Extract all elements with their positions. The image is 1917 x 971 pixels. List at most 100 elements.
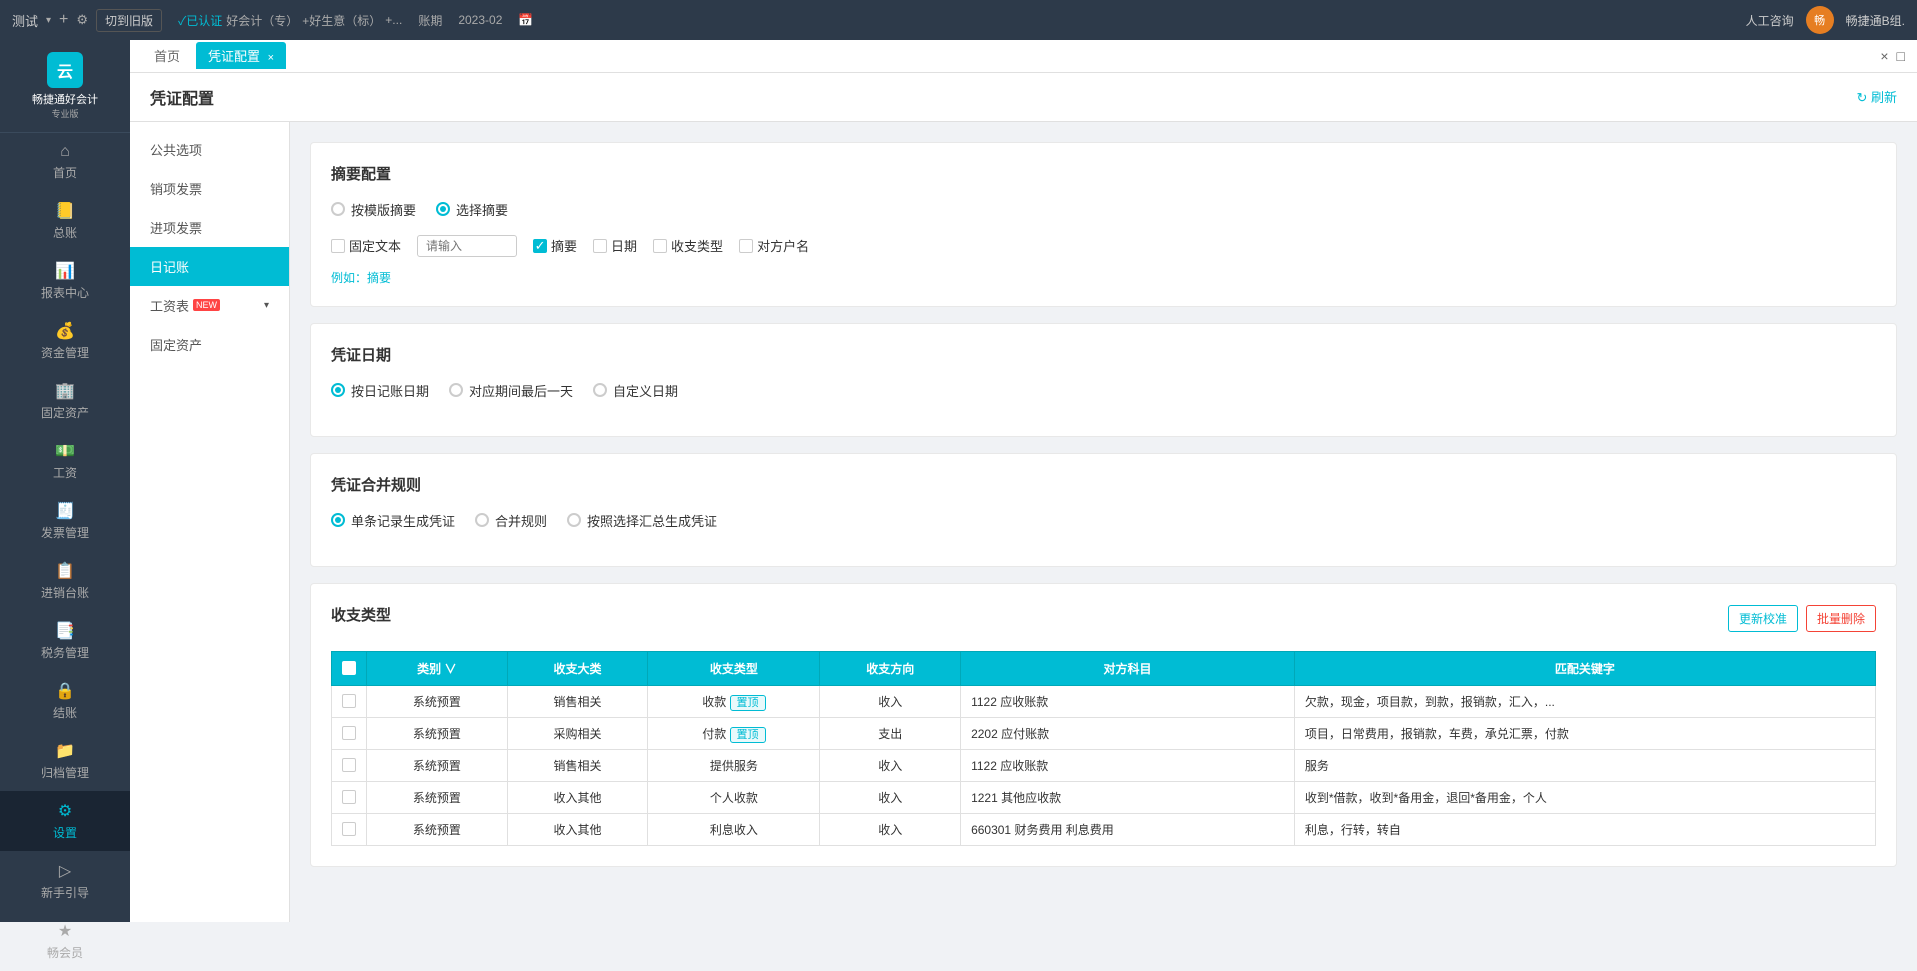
td-checkbox[interactable] [332,717,367,749]
tag1: 好会计（专） [226,12,298,29]
th-direction: 收支方向 [820,651,961,685]
td-checkbox[interactable] [332,781,367,813]
summary-config-title: 摘要配置 [331,163,1876,184]
help-button[interactable]: 人工咨询 [1746,12,1794,29]
sidebar-item-member[interactable]: ★ 畅会员 [0,911,130,971]
sidebar-item-purchase-sales[interactable]: 📋 进销台账 [0,551,130,611]
topbar-arrow[interactable]: ▾ [46,15,51,26]
sidebar-logo: 云 畅捷通好会计 专业版 [0,40,130,133]
sidebar-item-guide[interactable]: ▷ 新手引导 [0,851,130,911]
calendar-icon[interactable]: 📅 [518,13,533,27]
th-type: 收支类型 [648,651,820,685]
sidebar-item-label: 设置 [53,824,77,841]
checkbox-income-type[interactable]: 收支类型 [653,236,723,255]
checkbox-counterparty[interactable]: 对方户名 [739,236,809,255]
radio-journal-date[interactable]: 按日记账日期 [331,381,429,400]
sidebar-item-label: 发票管理 [41,524,89,541]
checkbox-fixed-text[interactable]: 固定文本 [331,236,401,255]
reset-tag[interactable]: 置顶 [730,695,766,711]
fixed-assets-icon: 🏢 [55,381,75,401]
switch-version-button[interactable]: 切到旧版 [96,9,162,32]
td-checkbox[interactable] [332,749,367,781]
radio-dot-custom-date [593,383,607,397]
sidebar-item-tax[interactable]: 📑 税务管理 [0,611,130,671]
radio-dot-summary-generate [567,513,581,527]
radio-dot-select [436,202,450,216]
sidebar-item-salary[interactable]: 💵 工资 [0,431,130,491]
tab-voucher-config[interactable]: 凭证配置 × [196,42,286,69]
income-expense-title: 收支类型 [331,604,391,625]
td-keywords: 服务 [1294,749,1875,781]
radio-single-record[interactable]: 单条记录生成凭证 [331,511,455,530]
refresh-button[interactable]: ↻ 刷新 [1856,87,1897,106]
batch-delete-button[interactable]: 批量删除 [1806,605,1876,632]
sidebar-item-label: 首页 [53,164,77,181]
sidebar-item-settings[interactable]: ⚙ 设置 [0,791,130,851]
reset-tag[interactable]: 置顶 [730,727,766,743]
radio-dot-merge-rules [475,513,489,527]
radio-merge-rules[interactable]: 合并规则 [475,511,547,530]
guide-icon: ▷ [59,861,71,881]
topbar-plus[interactable]: + [59,11,68,29]
sidebar-item-home[interactable]: ⌂ 首页 [0,133,130,191]
inner-layout: 公共选项 销项发票 进项发票 日记账 工资表 NEW ▾ 固定资产 摘要配置 [130,122,1917,922]
purchase-sales-icon: 📋 [55,561,75,581]
left-nav-payroll[interactable]: 工资表 NEW ▾ [130,286,289,325]
sidebar-item-funds[interactable]: 💰 资金管理 [0,311,130,371]
left-nav-fixed-assets[interactable]: 固定资产 [130,325,289,364]
radio-template-summary[interactable]: 按模版摘要 [331,200,416,219]
checkbox-box-summary: ✓ [533,239,547,253]
income-expense-section: 收支类型 更新校准 批量删除 类别 ∨ [310,583,1897,867]
close-window-button[interactable]: × [1880,48,1888,64]
select-all-checkbox[interactable] [342,661,356,675]
left-nav-purchase-invoice[interactable]: 进项发票 [130,208,289,247]
tag3: +... [385,13,402,27]
table-row: 系统预置 采购相关 付款 置顶 支出 2202 应付账款 项目，日常费用，报销款… [332,717,1876,749]
left-nav-sales-invoice[interactable]: 销项发票 [130,169,289,208]
sidebar-item-ledger[interactable]: 📒 总账 [0,191,130,251]
sidebar-item-reports[interactable]: 📊 报表中心 [0,251,130,311]
user-avatar[interactable]: 畅 [1806,6,1834,34]
topbar-gear[interactable]: ⚙ [76,12,88,28]
topbar-title: 测试 [12,11,38,30]
td-major: 收入其他 [507,781,648,813]
td-checkbox[interactable] [332,813,367,845]
checkbox-box-date [593,239,607,253]
sidebar-item-archive[interactable]: 📁 归档管理 [0,731,130,791]
sidebar-item-label: 结账 [53,704,77,721]
radio-select-summary[interactable]: 选择摘要 [436,200,508,219]
table-row: 系统预置 收入其他 利息收入 收入 660301 财务费用 利息费用 利息，行转… [332,813,1876,845]
radio-custom-date[interactable]: 自定义日期 [593,381,678,400]
radio-summary-generate[interactable]: 按照选择汇总生成凭证 [567,511,717,530]
td-category: 系统预置 [367,685,508,717]
tab-close-icon[interactable]: × [268,52,274,64]
fixed-text-input[interactable] [417,235,517,257]
radio-dot-template [331,202,345,216]
sidebar-item-fixed-assets[interactable]: 🏢 固定资产 [0,371,130,431]
restore-window-button[interactable]: □ [1897,48,1905,64]
voucher-date-radio-group: 按日记账日期 对应期间最后一天 自定义日期 [331,381,1876,400]
checkbox-box-fixed-text [331,239,345,253]
checkbox-summary[interactable]: ✓ 摘要 [533,236,577,255]
voucher-date-section: 凭证日期 按日记账日期 对应期间最后一天 自定义日期 [310,323,1897,437]
left-nav-journal[interactable]: 日记账 [130,247,289,286]
sidebar-item-invoice[interactable]: 🧾 发票管理 [0,491,130,551]
checkbox-date[interactable]: 日期 [593,236,637,255]
update-calibrate-button[interactable]: 更新校准 [1728,605,1798,632]
td-category: 系统预置 [367,749,508,781]
td-account: 1221 其他应收款 [961,781,1295,813]
sidebar-item-label: 新手引导 [41,884,89,901]
radio-period-last[interactable]: 对应期间最后一天 [449,381,573,400]
radio-dot-period-last [449,383,463,397]
tab-home[interactable]: 首页 [142,42,192,69]
th-major: 收支大类 [507,651,648,685]
td-category: 系统预置 [367,717,508,749]
left-nav-public[interactable]: 公共选项 [130,130,289,169]
sidebar-item-closing[interactable]: 🔒 结账 [0,671,130,731]
td-checkbox[interactable] [332,685,367,717]
tabs-window-controls: × □ [1880,48,1905,64]
page-header: 凭证配置 ↻ 刷新 [130,73,1917,122]
archive-icon: 📁 [55,741,75,761]
page-title: 凭证配置 [150,85,214,109]
td-direction: 收入 [820,749,961,781]
